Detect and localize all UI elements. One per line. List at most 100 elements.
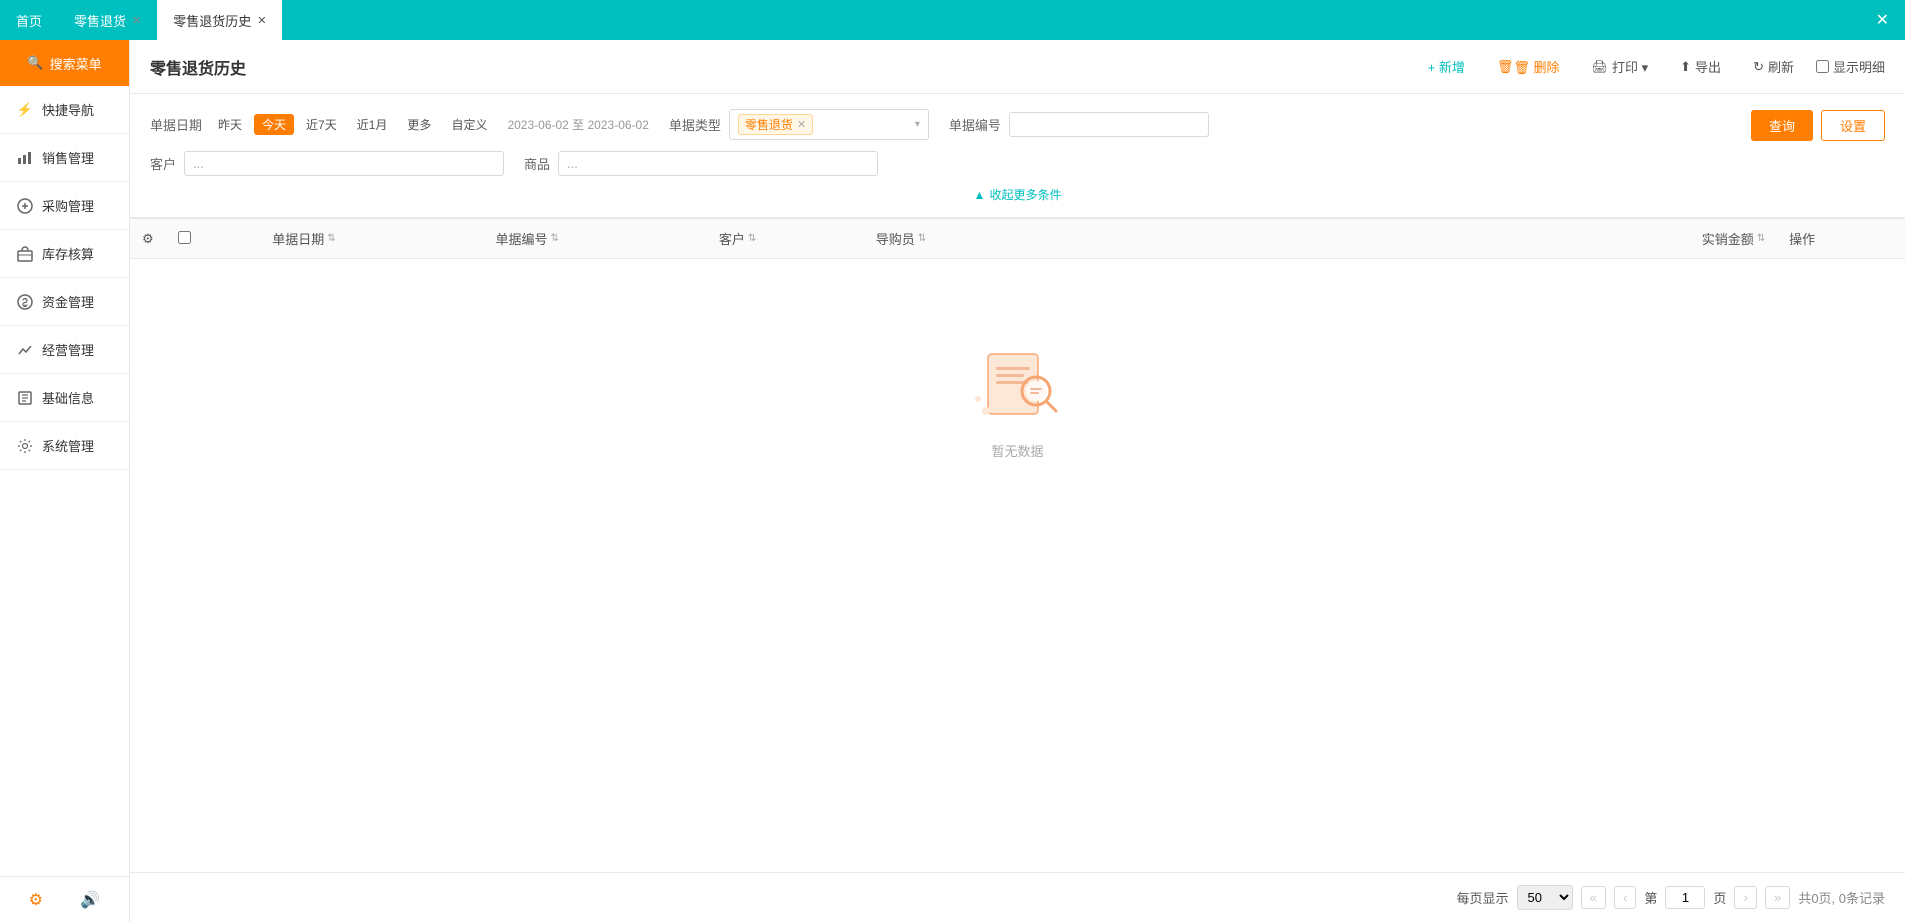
collapse-bar: ▲ 收起更多条件 bbox=[150, 186, 1885, 203]
select-all-checkbox[interactable] bbox=[178, 231, 191, 244]
sidebar-item-operations[interactable]: 经营管理 bbox=[0, 326, 129, 374]
sidebar-item-sales-mgmt[interactable]: 销售管理 bbox=[0, 134, 129, 182]
empty-illustration bbox=[968, 339, 1068, 429]
table-header: ⚙ 单据日期 ⇅ 单据编号 bbox=[130, 219, 1905, 259]
th-date[interactable]: 单据日期 ⇅ bbox=[260, 219, 483, 259]
date-buttons: 昨天 今天 近7天 近1月 更多 自定义 bbox=[210, 114, 495, 135]
filter-doc-no: 单据编号 bbox=[949, 112, 1209, 137]
sort-no-icon: ⇅ bbox=[551, 233, 559, 244]
th-action: 操作 bbox=[1777, 219, 1905, 259]
page-title: 零售退货历史 bbox=[150, 55, 246, 79]
inventory-icon bbox=[16, 245, 34, 263]
operations-icon bbox=[16, 341, 34, 359]
print-button[interactable]: 🖨 打印 ▾ bbox=[1581, 52, 1658, 81]
goods-input[interactable]: ... bbox=[558, 151, 878, 176]
sidebar-item-basic-info[interactable]: 基础信息 bbox=[0, 374, 129, 422]
collapse-button[interactable]: ▲ 收起更多条件 bbox=[974, 186, 1062, 203]
doc-type-tag: 零售退货 ✕ bbox=[738, 114, 813, 135]
date-range-text: 2023-06-02 至 2023-06-02 bbox=[507, 116, 648, 133]
table-body: 暂无数据 bbox=[130, 259, 1905, 541]
sidebar-item-purchase-mgmt[interactable]: 采购管理 bbox=[0, 182, 129, 230]
sort-customer-icon: ⇅ bbox=[748, 233, 756, 244]
show-detail-input[interactable] bbox=[1816, 60, 1829, 73]
main-layout: 🔍 搜索菜单 ⚡ 快捷导航 销售管理 采购管理 库存核算 bbox=[0, 40, 1905, 922]
th-amount[interactable]: 实销金额 ⇅ bbox=[1554, 219, 1777, 259]
date-yesterday[interactable]: 昨天 bbox=[210, 114, 250, 135]
collapse-icon: ▲ bbox=[974, 188, 986, 202]
content-area: 零售退货历史 + 新增 🗑 🗑 删除 🖨 打印 ▾ ⬆ 导出 ↻ 刷新 bbox=[130, 40, 1905, 922]
show-detail-checkbox[interactable]: 显示明细 bbox=[1816, 57, 1885, 76]
sidebar-bottom: ⚙ 🔊 bbox=[0, 876, 129, 922]
th-guide[interactable]: 导购员 ⇅ bbox=[864, 219, 1054, 259]
tab-close-retail-return-history[interactable]: ✕ bbox=[257, 14, 266, 27]
tab-close-retail-return[interactable]: ✕ bbox=[132, 14, 141, 27]
page-number-input[interactable] bbox=[1665, 886, 1705, 909]
page-size-select[interactable]: 10 20 50 100 bbox=[1517, 885, 1573, 910]
tab-retail-return[interactable]: 零售退货 ✕ bbox=[58, 0, 157, 40]
sidebar-item-quick-nav[interactable]: ⚡ 快捷导航 bbox=[0, 86, 129, 134]
sort-date-icon: ⇅ bbox=[327, 233, 335, 244]
window-close-button[interactable]: ✕ bbox=[1860, 10, 1905, 30]
next-page-button[interactable]: › bbox=[1734, 886, 1756, 909]
refresh-button[interactable]: ↻ 刷新 bbox=[1743, 52, 1804, 81]
date-today[interactable]: 今天 bbox=[254, 114, 294, 135]
sales-mgmt-icon bbox=[16, 149, 34, 167]
gear-icon[interactable]: ⚙ bbox=[142, 231, 154, 246]
tab-retail-return-history[interactable]: 零售退货历史 ✕ bbox=[157, 0, 282, 40]
date-7days[interactable]: 近7天 bbox=[298, 114, 345, 135]
settings-icon[interactable]: ⚙ bbox=[29, 890, 43, 910]
set-button[interactable]: 设置 bbox=[1821, 110, 1885, 141]
doc-no-input[interactable] bbox=[1009, 112, 1209, 137]
volume-icon[interactable]: 🔊 bbox=[80, 890, 100, 910]
th-no[interactable]: 单据编号 ⇅ bbox=[484, 219, 707, 259]
date-custom[interactable]: 自定义 bbox=[443, 114, 495, 135]
prev-page-button[interactable]: ‹ bbox=[1614, 886, 1636, 909]
doc-type-tag-close[interactable]: ✕ bbox=[797, 118, 806, 131]
doc-type-select[interactable]: 零售退货 ✕ ▾ bbox=[729, 109, 929, 140]
delete-button[interactable]: 🗑 🗑 删除 bbox=[1487, 52, 1570, 81]
th-gear: ⚙ bbox=[130, 219, 166, 259]
pagination: 每页显示 10 20 50 100 « ‹ 第 页 › » 共0页, 0条记录 bbox=[130, 872, 1905, 922]
search-icon: 🔍 bbox=[27, 55, 43, 71]
doc-type-arrow: ▾ bbox=[915, 119, 920, 130]
table-area: ⚙ 单据日期 ⇅ 单据编号 bbox=[130, 218, 1905, 872]
date-more[interactable]: 更多 bbox=[399, 114, 439, 135]
purchase-mgmt-icon bbox=[16, 197, 34, 215]
sidebar-item-finance[interactable]: 资金管理 bbox=[0, 278, 129, 326]
sys-mgmt-icon bbox=[16, 437, 34, 455]
sidebar-item-sys-mgmt[interactable]: 系统管理 bbox=[0, 422, 129, 470]
filter-area: 单据日期 昨天 今天 近7天 近1月 更多 自定义 2023-06-02 至 2… bbox=[130, 94, 1905, 218]
filter-row-2: 客户 ... 商品 ... bbox=[150, 151, 1885, 176]
th-customer[interactable]: 客户 ⇅ bbox=[707, 219, 864, 259]
last-page-button[interactable]: » bbox=[1765, 886, 1790, 909]
sort-amount-icon: ⇅ bbox=[1757, 233, 1765, 244]
basic-info-icon bbox=[16, 389, 34, 407]
add-button[interactable]: + 新增 bbox=[1418, 52, 1475, 81]
filter-goods: 商品 ... bbox=[524, 151, 878, 176]
empty-state: 暂无数据 bbox=[130, 259, 1905, 540]
export-button[interactable]: ⬆ 导出 bbox=[1670, 52, 1731, 81]
sidebar-search[interactable]: 🔍 搜索菜单 bbox=[0, 40, 129, 86]
top-bar: 首页 零售退货 ✕ 零售退货历史 ✕ ✕ bbox=[0, 0, 1905, 40]
empty-text: 暂无数据 bbox=[991, 441, 1043, 460]
sidebar-item-inventory[interactable]: 库存核算 bbox=[0, 230, 129, 278]
sidebar: 🔍 搜索菜单 ⚡ 快捷导航 销售管理 采购管理 库存核算 bbox=[0, 40, 130, 922]
finance-icon bbox=[16, 293, 34, 311]
refresh-icon: ↻ bbox=[1753, 59, 1764, 75]
sort-guide-icon: ⇅ bbox=[918, 233, 926, 244]
first-page-button[interactable]: « bbox=[1581, 886, 1606, 909]
th-checkbox bbox=[166, 219, 261, 259]
query-button[interactable]: 查询 bbox=[1751, 110, 1813, 141]
quick-nav-icon: ⚡ bbox=[16, 101, 34, 119]
header-actions: + 新增 🗑 🗑 删除 🖨 打印 ▾ ⬆ 导出 ↻ 刷新 bbox=[1418, 52, 1885, 81]
delete-icon: 🗑 bbox=[1497, 59, 1514, 75]
total-info: 共0页, 0条记录 bbox=[1798, 888, 1885, 907]
print-icon: 🖨 bbox=[1591, 59, 1608, 75]
export-icon: ⬆ bbox=[1680, 59, 1691, 75]
data-table: ⚙ 单据日期 ⇅ 单据编号 bbox=[130, 218, 1905, 540]
date-1month[interactable]: 近1月 bbox=[349, 114, 396, 135]
filter-doc-type: 单据类型 零售退货 ✕ ▾ bbox=[669, 109, 929, 140]
customer-input[interactable]: ... bbox=[184, 151, 504, 176]
page-header: 零售退货历史 + 新增 🗑 🗑 删除 🖨 打印 ▾ ⬆ 导出 ↻ 刷新 bbox=[130, 40, 1905, 94]
tab-home[interactable]: 首页 bbox=[0, 0, 58, 40]
